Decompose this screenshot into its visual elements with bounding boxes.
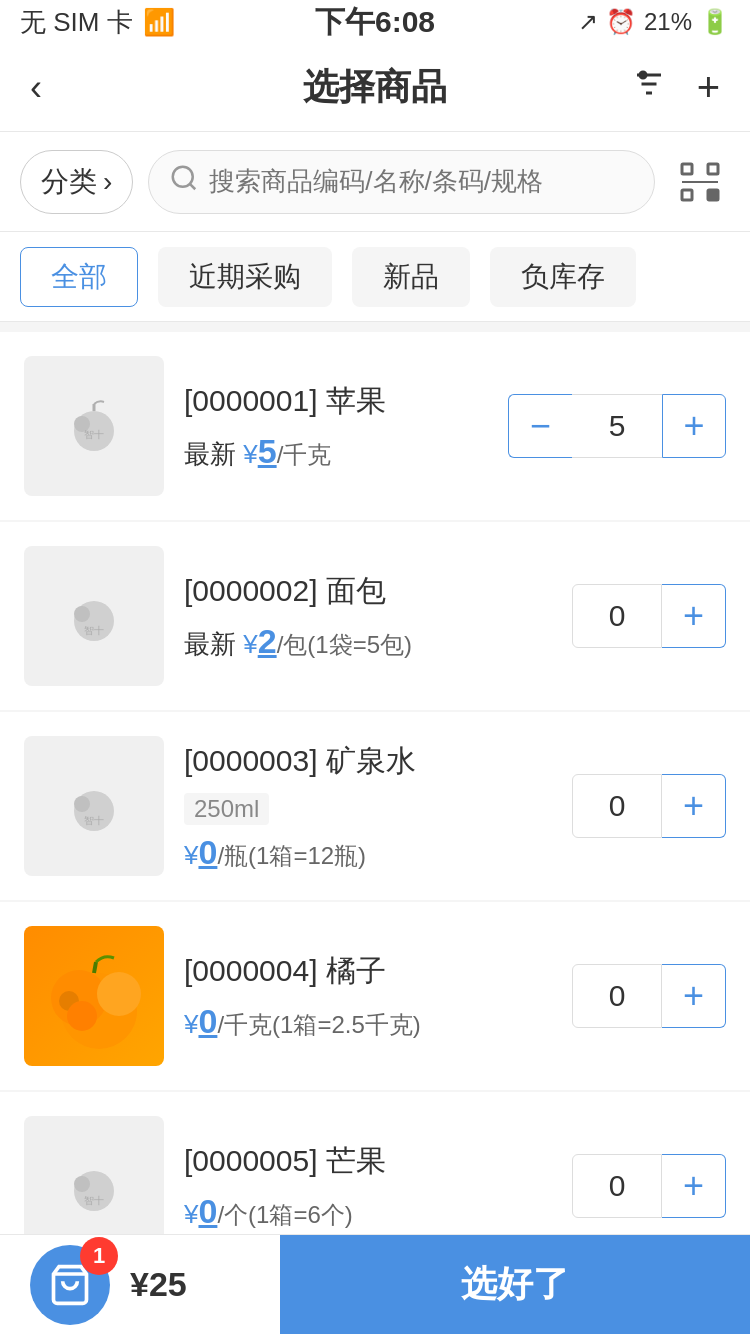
tab-all[interactable]: 全部 [20,247,138,307]
qty-control-5: + [572,1154,726,1218]
product-image-3: 智十 [24,736,164,876]
wifi-icon: 📶 [143,7,175,38]
product-name-4: [0000004] 橘子 [184,951,552,992]
status-time: 下午6:08 [315,2,435,43]
product-price-5: ¥0/个(1箱=6个) [184,1192,552,1231]
svg-point-26 [67,1001,97,1031]
bottom-bar: 1 ¥25 选好了 [0,1234,750,1334]
product-image-1: 智十 [24,356,164,496]
qty-plus-button-4[interactable]: + [662,964,726,1028]
cart-total: ¥25 [130,1265,187,1304]
battery-text: 21% [644,8,692,36]
nav-title: 选择商品 [303,63,447,112]
svg-line-5 [190,184,195,189]
svg-text:智十: 智十 [84,625,104,636]
search-icon [169,163,199,200]
alarm-icon: ⏰ [606,8,636,36]
search-bar: 分类 › [0,132,750,232]
product-info-4: [0000004] 橘子 ¥0/千克(1箱=2.5千克) [184,951,552,1041]
qty-input-5[interactable] [572,1154,662,1218]
tab-negative-stock[interactable]: 负库存 [490,247,636,307]
svg-point-28 [74,1176,90,1192]
chevron-right-icon: › [103,166,112,198]
product-info-2: [0000002] 面包 最新 ¥2/包(1袋=5包) [184,571,552,662]
svg-rect-10 [708,190,718,200]
qty-input-1[interactable] [572,394,662,458]
tab-recent-purchase[interactable]: 近期采购 [158,247,332,307]
category-button[interactable]: 分类 › [20,150,133,214]
svg-text:智十: 智十 [84,1195,104,1206]
product-spec-3: 250ml [184,793,269,825]
svg-point-4 [173,167,193,187]
search-input[interactable] [209,166,634,197]
product-price-3: ¥0/瓶(1箱=12瓶) [184,833,552,872]
svg-point-25 [97,972,141,1016]
svg-point-19 [74,796,90,812]
product-price-4: ¥0/千克(1箱=2.5千克) [184,1002,552,1041]
carrier-text: 无 SIM 卡 [20,5,133,40]
qty-minus-button-1[interactable]: − [508,394,572,458]
qty-plus-button-2[interactable]: + [662,584,726,648]
qty-control-4: + [572,964,726,1028]
svg-point-3 [640,72,646,78]
status-left: 无 SIM 卡 📶 [20,5,175,40]
scan-button[interactable] [670,152,730,212]
product-name-2: [0000002] 面包 [184,571,552,612]
qty-control-2: + [572,584,726,648]
status-bar: 无 SIM 卡 📶 下午6:08 ↗ ⏰ 21% 🔋 [0,0,750,44]
product-name-3: [0000003] 矿泉水 [184,741,552,782]
qty-plus-button-3[interactable]: + [662,774,726,838]
location-icon: ↗ [578,8,598,36]
svg-text:智十: 智十 [84,815,104,826]
add-button[interactable]: + [697,65,720,110]
cart-icon-button[interactable]: 1 [30,1245,110,1325]
product-info-3: [0000003] 矿泉水 250ml ¥0/瓶(1箱=12瓶) [184,741,552,872]
qty-plus-button-5[interactable]: + [662,1154,726,1218]
nav-right: + [631,65,720,110]
search-input-wrap [148,150,655,214]
back-button[interactable]: ‹ [30,67,42,109]
product-info-5: [0000005] 芒果 ¥0/个(1箱=6个) [184,1141,552,1231]
qty-input-2[interactable] [572,584,662,648]
filter-tabs: 全部 近期采购 新品 负库存 [0,232,750,322]
qty-control-1: − + [508,394,726,458]
product-item: 智十 [0000003] 矿泉水 250ml ¥0/瓶(1箱=12瓶) + [0,712,750,900]
product-item: 智十 [0000002] 面包 最新 ¥2/包(1袋=5包) + [0,522,750,710]
qty-input-4[interactable] [572,964,662,1028]
product-item: [0000004] 橘子 ¥0/千克(1箱=2.5千克) + [0,902,750,1090]
nav-left: ‹ [30,67,42,109]
svg-rect-8 [682,190,692,200]
tab-new-product[interactable]: 新品 [352,247,470,307]
svg-rect-7 [708,164,718,174]
qty-control-3: + [572,774,726,838]
product-image-2: 智十 [24,546,164,686]
product-list: 智十 [0000001] 苹果 最新 ¥5/千克 − + 智十 [0,332,750,1334]
cart-section: 1 ¥25 [0,1245,280,1325]
product-item: 智十 [0000001] 苹果 最新 ¥5/千克 − + [0,332,750,520]
qty-plus-button-1[interactable]: + [662,394,726,458]
product-name-5: [0000005] 芒果 [184,1141,552,1182]
cart-badge: 1 [80,1237,118,1275]
product-price-1: 最新 ¥5/千克 [184,432,488,472]
product-image-4 [24,926,164,1066]
confirm-button[interactable]: 选好了 [280,1235,750,1335]
qty-input-3[interactable] [572,774,662,838]
svg-line-24 [94,962,96,973]
product-info-1: [0000001] 苹果 最新 ¥5/千克 [184,381,488,472]
filter-icon[interactable] [631,66,667,110]
product-name-1: [0000001] 苹果 [184,381,488,422]
battery-icon: 🔋 [700,8,730,36]
svg-point-16 [74,606,90,622]
svg-text:智十: 智十 [84,429,104,440]
svg-rect-6 [682,164,692,174]
status-right: ↗ ⏰ 21% 🔋 [578,8,730,36]
product-price-2: 最新 ¥2/包(1袋=5包) [184,622,552,662]
nav-bar: ‹ 选择商品 + [0,44,750,132]
